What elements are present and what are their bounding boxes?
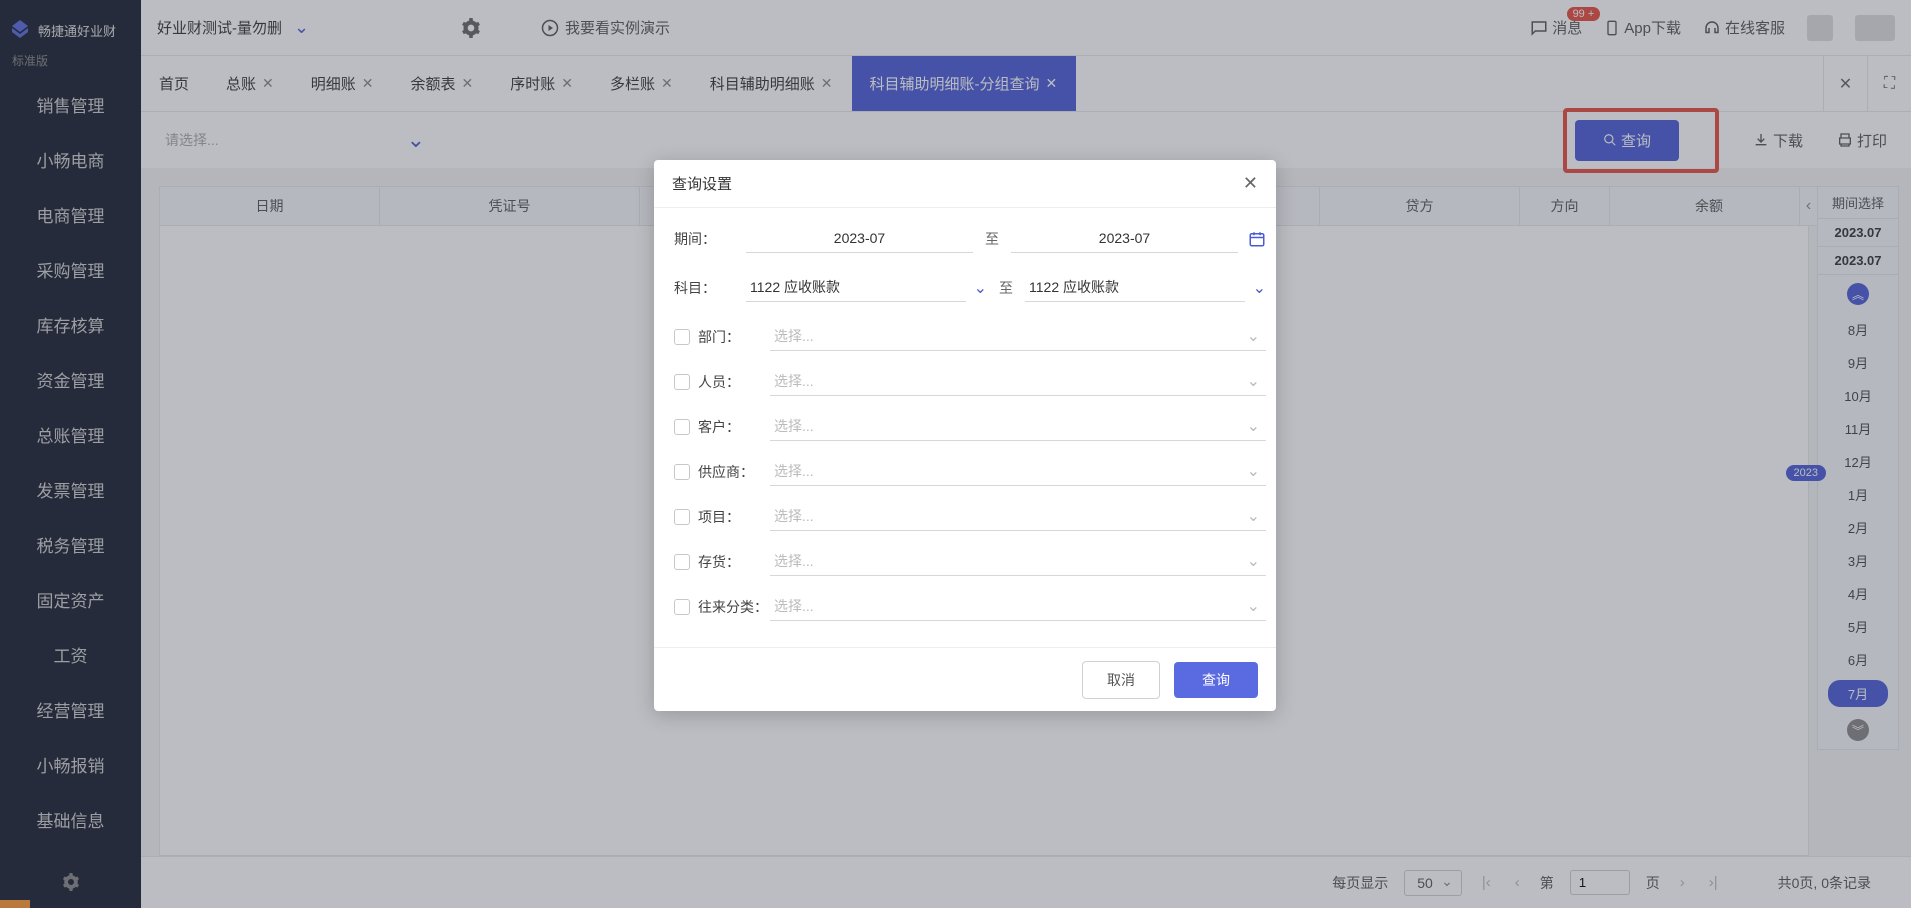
filter-input[interactable] xyxy=(770,322,1241,350)
subject-sep: 至 xyxy=(987,278,1025,298)
subject-to-input[interactable] xyxy=(1025,273,1245,302)
filter-input-wrap: ⌄ xyxy=(770,412,1266,441)
filter-input-wrap: ⌄ xyxy=(770,322,1266,351)
filter-input[interactable] xyxy=(770,592,1241,620)
period-label: 期间： xyxy=(674,229,746,249)
filter-checkbox[interactable] xyxy=(674,599,690,615)
filter-checkbox[interactable] xyxy=(674,419,690,435)
filter-input-wrap: ⌄ xyxy=(770,502,1266,531)
filter-label: 人员： xyxy=(698,372,770,392)
filter-input-wrap: ⌄ xyxy=(770,547,1266,576)
modal-body: 期间： 至 科目： ⌄ 至 ⌄ 部门：⌄人员：⌄客户：⌄供应商：⌄项目：⌄存货：… xyxy=(654,208,1276,647)
chevron-down-icon[interactable]: ⌄ xyxy=(966,278,987,298)
filter-checkbox[interactable] xyxy=(674,329,690,345)
filter-checkbox[interactable] xyxy=(674,554,690,570)
chevron-down-icon[interactable]: ⌄ xyxy=(1241,416,1266,436)
chevron-down-icon[interactable]: ⌄ xyxy=(1241,506,1266,526)
filter-label: 供应商： xyxy=(698,462,770,482)
subject-row: 科目： ⌄ 至 ⌄ xyxy=(674,273,1266,302)
filter-label: 存货： xyxy=(698,552,770,572)
filter-checkbox[interactable] xyxy=(674,374,690,390)
filter-input[interactable] xyxy=(770,502,1241,530)
filter-row-1: 人员： ⌄ xyxy=(674,367,1266,396)
calendar-icon[interactable] xyxy=(1238,230,1266,248)
calendar-icon-svg xyxy=(1248,230,1266,248)
filter-input-wrap: ⌄ xyxy=(770,592,1266,621)
query-settings-modal: 查询设置 ✕ 期间： 至 科目： ⌄ 至 ⌄ 部门： ⌄ 人员： ⌄ 客户： ⌄ 供应商： ⌄… xyxy=(654,160,1276,711)
filter-checkbox[interactable] xyxy=(674,509,690,525)
filter-row-0: 部门： ⌄ xyxy=(674,322,1266,351)
subject-label: 科目： xyxy=(674,278,746,298)
chevron-down-icon[interactable]: ⌄ xyxy=(1241,326,1266,346)
period-sep: 至 xyxy=(973,229,1011,249)
filter-row-6: 往来分类： ⌄ xyxy=(674,592,1266,621)
modal-close-button[interactable]: ✕ xyxy=(1243,173,1258,194)
chevron-down-icon[interactable]: ⌄ xyxy=(1241,596,1266,616)
subject-from-input[interactable] xyxy=(746,273,966,302)
period-to-input[interactable] xyxy=(1011,224,1238,253)
chevron-down-icon[interactable]: ⌄ xyxy=(1245,278,1266,298)
filter-input[interactable] xyxy=(770,457,1241,485)
filter-row-5: 存货： ⌄ xyxy=(674,547,1266,576)
period-row: 期间： 至 xyxy=(674,224,1266,253)
filter-input-wrap: ⌄ xyxy=(770,457,1266,486)
modal-title: 查询设置 xyxy=(672,173,732,194)
filter-row-4: 项目： ⌄ xyxy=(674,502,1266,531)
chevron-down-icon[interactable]: ⌄ xyxy=(1241,461,1266,481)
chevron-down-icon[interactable]: ⌄ xyxy=(1241,371,1266,391)
filter-label: 部门： xyxy=(698,327,770,347)
filter-label: 客户： xyxy=(698,417,770,437)
modal-query-button[interactable]: 查询 xyxy=(1174,662,1258,698)
period-from-input[interactable] xyxy=(746,224,973,253)
cancel-button[interactable]: 取消 xyxy=(1082,661,1160,699)
chevron-down-icon[interactable]: ⌄ xyxy=(1241,551,1266,571)
filter-label: 项目： xyxy=(698,507,770,527)
filter-checkbox[interactable] xyxy=(674,464,690,480)
filter-input-wrap: ⌄ xyxy=(770,367,1266,396)
filter-input[interactable] xyxy=(770,412,1241,440)
modal-footer: 取消 查询 xyxy=(654,647,1276,711)
filter-label: 往来分类： xyxy=(698,597,770,617)
filter-row-3: 供应商： ⌄ xyxy=(674,457,1266,486)
filter-row-2: 客户： ⌄ xyxy=(674,412,1266,441)
filter-input[interactable] xyxy=(770,367,1241,395)
filter-input[interactable] xyxy=(770,547,1241,575)
modal-header: 查询设置 ✕ xyxy=(654,160,1276,208)
